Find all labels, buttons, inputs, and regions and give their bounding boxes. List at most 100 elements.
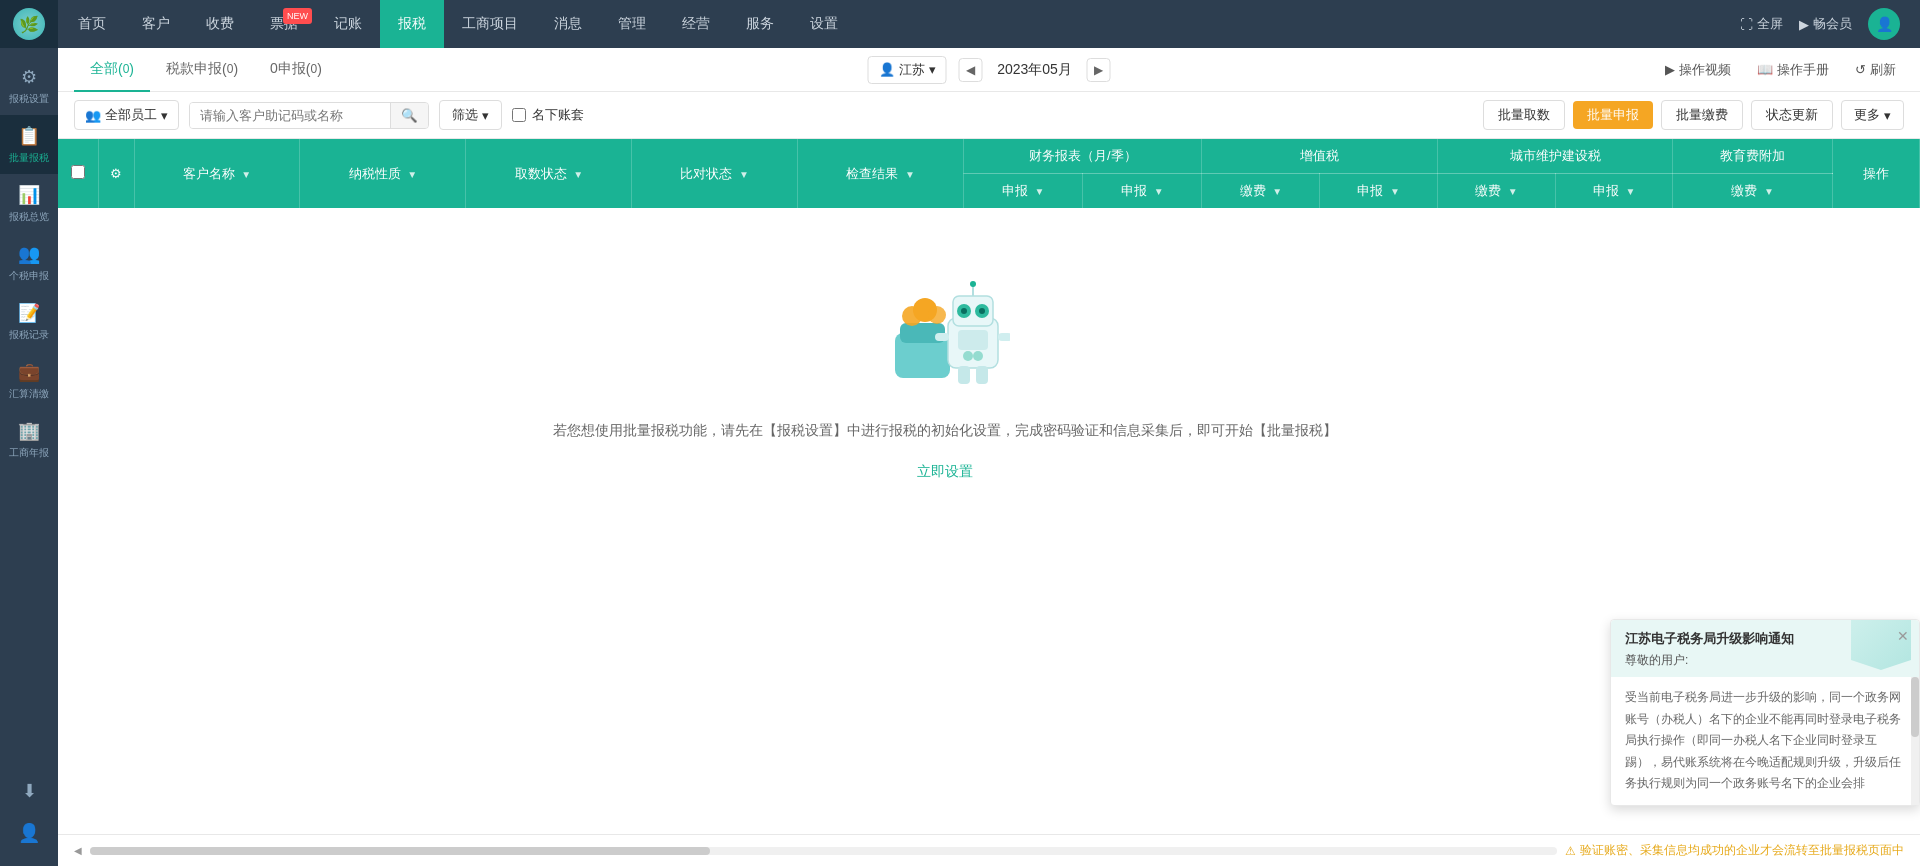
tabs-row: 全部(0) 税款申报(0) 0申报(0) 👤 江苏 ▾ ◀ 2023年05月 ▶ <box>58 48 1920 92</box>
status-update-button[interactable]: 状态更新 <box>1751 100 1833 130</box>
sidebar-item-user[interactable]: 👤 <box>14 812 44 854</box>
chevron-down-icon: ▾ <box>1884 108 1891 123</box>
tax-settings-icon: ⚙ <box>18 66 40 88</box>
user-avatar[interactable]: 👤 <box>1868 8 1900 40</box>
sidebar-item-annual-settlement[interactable]: 💼 汇算清缴 <box>0 351 58 410</box>
svg-point-11 <box>979 308 985 314</box>
more-button[interactable]: 更多 ▾ <box>1841 100 1904 130</box>
nav-customer[interactable]: 客户 <box>124 0 188 48</box>
setup-link[interactable]: 立即设置 <box>917 463 973 481</box>
tab-zero-declare[interactable]: 0申报(0) <box>254 48 338 92</box>
next-month-btn[interactable]: ▶ <box>1087 58 1111 82</box>
svg-rect-16 <box>958 366 970 384</box>
nav-accounting[interactable]: 记账 <box>316 0 380 48</box>
search-button[interactable]: 🔍 <box>390 103 428 128</box>
sort-icon[interactable]: ▼ <box>573 169 583 180</box>
sidebar-item-tax-settings[interactable]: ⚙ 报税设置 <box>0 56 58 115</box>
nav-service[interactable]: 服务 <box>728 0 792 48</box>
th-settings[interactable]: ⚙ <box>98 139 134 208</box>
sidebar-item-annual-report[interactable]: 🏢 工商年报 <box>0 410 58 469</box>
employee-icon: 👥 <box>85 108 101 123</box>
nav-management[interactable]: 管理 <box>600 0 664 48</box>
th-edu-declare: 申报 ▼ <box>1555 174 1673 209</box>
th-education-fee: 教育费附加 <box>1673 139 1832 174</box>
nav-operation[interactable]: 经营 <box>664 0 728 48</box>
tax-overview-icon: 📊 <box>18 184 40 206</box>
batch-fetch-button[interactable]: 批量取数 <box>1483 100 1565 130</box>
notification-scrollbar[interactable] <box>1911 677 1919 805</box>
region-select[interactable]: 👤 江苏 ▾ <box>868 56 947 84</box>
new-badge: NEW <box>283 8 312 24</box>
nav-invoice[interactable]: 票据 NEW <box>252 0 316 48</box>
select-all-checkbox[interactable] <box>71 165 85 179</box>
employee-select[interactable]: 👥 全部员工 ▾ <box>74 100 179 130</box>
th-financial-report: 财务报表（月/季） <box>964 139 1202 174</box>
user-icon: 👤 <box>18 822 40 844</box>
video-icon: ▶ <box>1665 62 1675 77</box>
chevron-down-icon: ▾ <box>161 108 168 123</box>
svg-rect-14 <box>935 333 949 341</box>
empty-state-cell: 若您想使用批量报税功能，请先在【报税设置】中进行报税的初始化设置，完成密码验证和… <box>58 208 1832 541</box>
member-btn[interactable]: ▶ 畅会员 <box>1799 15 1852 33</box>
top-navigation: 🌿 首页 客户 收费 票据 NEW 记账 报税 工商项目 消息 管理 经营 服务… <box>0 0 1920 48</box>
th-vat-declare: 申报 ▼ <box>1083 174 1202 209</box>
nav-business[interactable]: 工商项目 <box>444 0 536 48</box>
tab-all[interactable]: 全部(0) <box>74 48 150 92</box>
bottom-bar: ◀ ⚠ 验证账密、采集信息均成功的企业才会流转至批量报税页面中 <box>58 834 1920 866</box>
sort-icon[interactable]: ▼ <box>407 169 417 180</box>
tabs-right-actions: ▶ 操作视频 📖 操作手册 ↺ 刷新 <box>1657 57 1904 83</box>
sidebar-item-personal-tax[interactable]: 👥 个税申报 <box>0 233 58 292</box>
th-city-pay: 缴费 ▼ <box>1437 174 1555 209</box>
fullscreen-btn[interactable]: ⛶ 全屏 <box>1740 15 1783 33</box>
sidebar-item-tax-records[interactable]: 📝 报税记录 <box>0 292 58 351</box>
svg-point-13 <box>970 281 976 287</box>
horizontal-scrollbar[interactable] <box>90 847 1557 855</box>
th-vat: 增值税 <box>1202 139 1437 174</box>
nav-message[interactable]: 消息 <box>536 0 600 48</box>
sidebar-item-download[interactable]: ⬇ <box>14 770 44 812</box>
refresh-icon: ↺ <box>1855 62 1866 77</box>
myaccounts-checkbox-wrap[interactable]: 名下账套 <box>512 106 584 124</box>
left-scroll-arrow[interactable]: ◀ <box>74 845 82 856</box>
sidebar: ⚙ 报税设置 📋 批量报税 📊 报税总览 👥 个税申报 📝 报税记录 💼 汇算清… <box>0 48 58 866</box>
personal-tax-icon: 👥 <box>18 243 40 265</box>
th-city-tax: 城市维护建设税 <box>1437 139 1672 174</box>
prev-month-btn[interactable]: ◀ <box>959 58 983 82</box>
search-input[interactable] <box>190 103 390 128</box>
myaccounts-checkbox[interactable] <box>512 108 526 122</box>
nav-home[interactable]: 首页 <box>60 0 124 48</box>
batch-tax-icon: 📋 <box>18 125 40 147</box>
nav-fee[interactable]: 收费 <box>188 0 252 48</box>
svg-point-10 <box>961 308 967 314</box>
filter-button[interactable]: 筛选 ▾ <box>439 100 502 130</box>
refresh-btn[interactable]: ↺ 刷新 <box>1847 57 1904 83</box>
tax-records-icon: 📝 <box>18 302 40 324</box>
th-vat-pay: 缴费 ▼ <box>1202 174 1320 209</box>
data-table: ⚙ 客户名称 ▼ 纳税性质 ▼ 取数状态 ▼ 比对状态 ▼ 检查结果 ▼ 财务报… <box>58 139 1920 541</box>
operation-manual-btn[interactable]: 📖 操作手册 <box>1749 57 1837 83</box>
sort-icon[interactable]: ▼ <box>241 169 251 180</box>
sidebar-item-tax-overview[interactable]: 📊 报税总览 <box>0 174 58 233</box>
sort-icon[interactable]: ▼ <box>905 169 915 180</box>
sort-icon[interactable]: ▼ <box>739 169 749 180</box>
th-checkbox[interactable] <box>58 139 98 208</box>
th-fin-declare: 申报 ▼ <box>964 174 1083 209</box>
sidebar-item-batch-tax[interactable]: 📋 批量报税 <box>0 115 58 174</box>
th-operation: 操作 <box>1832 139 1919 208</box>
batch-pay-button[interactable]: 批量缴费 <box>1661 100 1743 130</box>
app-logo[interactable]: 🌿 <box>0 0 58 48</box>
notification-scrollbar-thumb <box>1911 677 1919 737</box>
operation-video-btn[interactable]: ▶ 操作视频 <box>1657 57 1739 83</box>
svg-rect-15 <box>998 333 1010 341</box>
nav-tax[interactable]: 报税 <box>380 0 444 48</box>
th-city-declare: 申报 ▼ <box>1320 174 1438 209</box>
notification-close-button[interactable]: ✕ <box>1897 628 1909 644</box>
bottom-tip: ⚠ 验证账密、采集信息均成功的企业才会流转至批量报税页面中 <box>1565 842 1904 859</box>
batch-declare-button[interactable]: 批量申报 <box>1573 101 1653 129</box>
svg-rect-18 <box>958 330 988 350</box>
tab-tax-declare[interactable]: 税款申报(0) <box>150 48 254 92</box>
search-wrap: 🔍 <box>189 102 429 129</box>
nav-settings[interactable]: 设置 <box>792 0 856 48</box>
annual-settlement-icon: 💼 <box>18 361 40 383</box>
robot-illustration <box>880 268 1010 398</box>
